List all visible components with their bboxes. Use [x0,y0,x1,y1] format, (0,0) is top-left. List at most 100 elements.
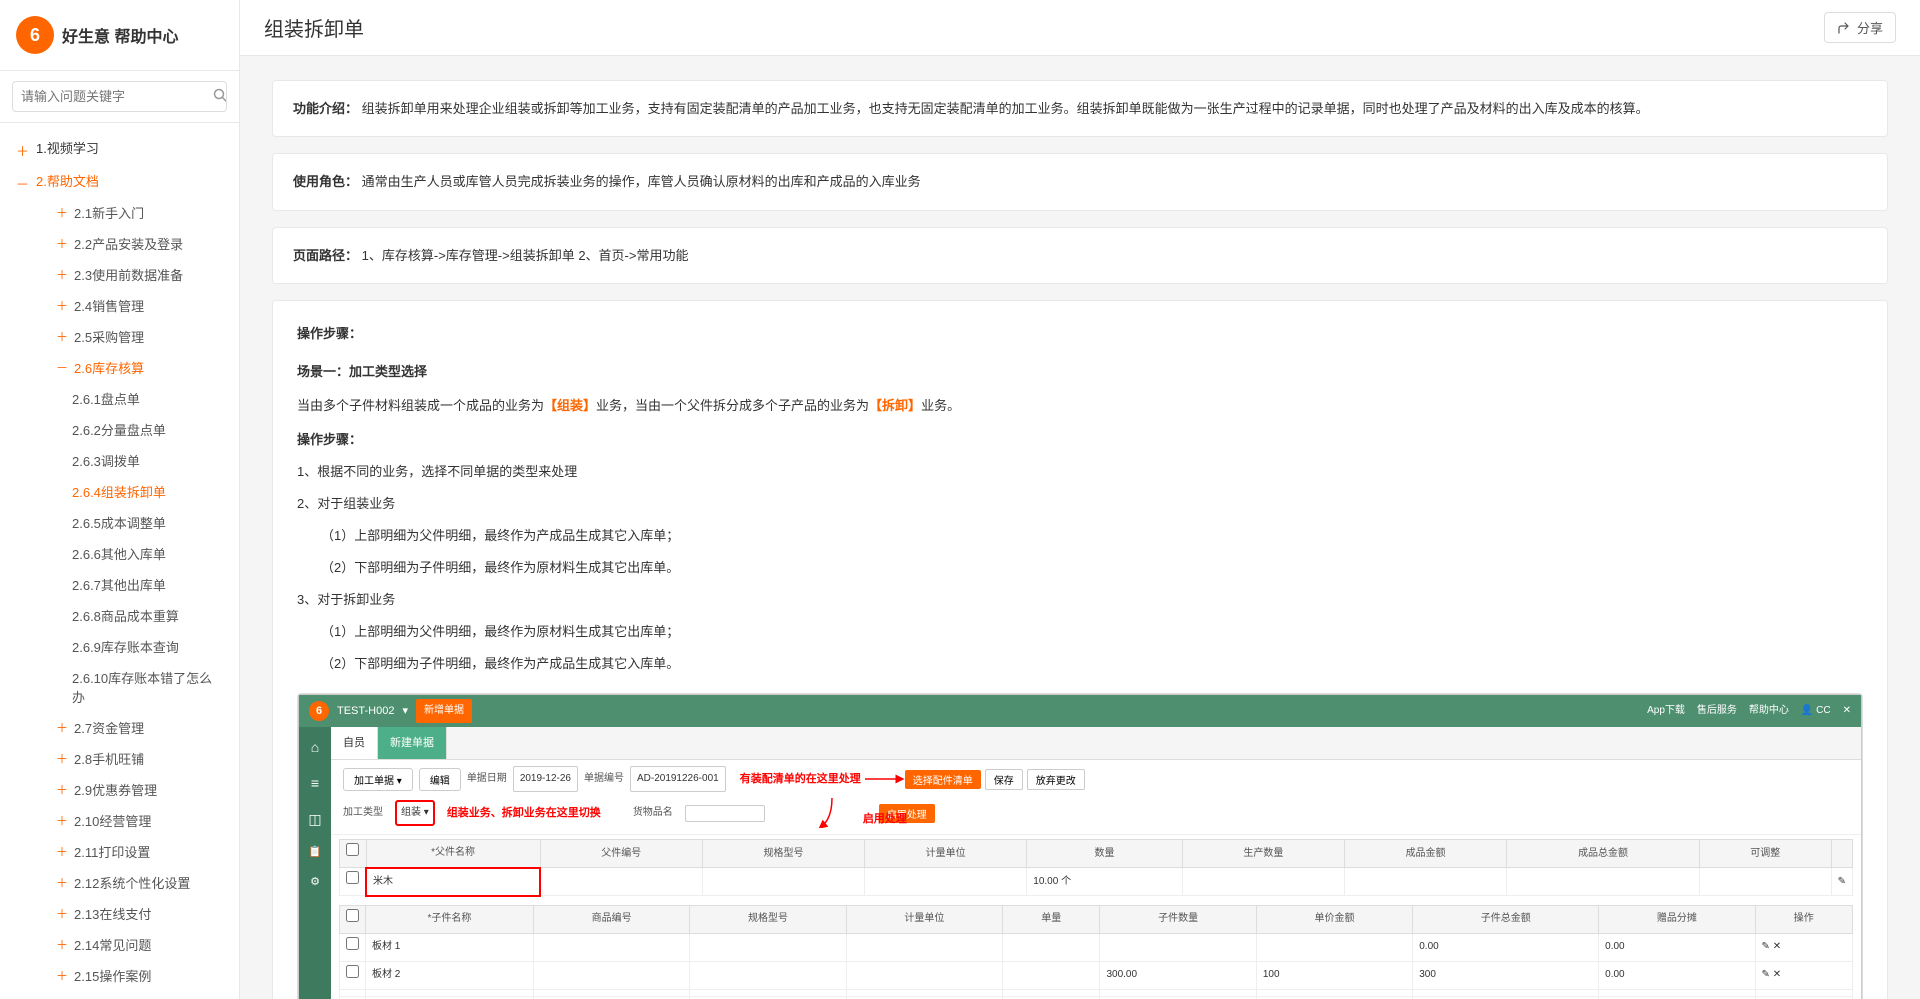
mock-bottom-row-3 [340,989,1853,996]
mock-tab-new[interactable]: 新建单据 [378,727,447,759]
mock-th-unit-price: 单价金额 [1256,905,1412,933]
screenshot-container: 6 TEST-H002 ▾ 新增单据 App下载 售后服务 帮助中心 👤 CC … [297,693,1863,999]
sidebar-item-215[interactable]: ＋ 2.15操作案例 [20,960,239,991]
mock-th-gift: 赠品分摊 [1599,905,1755,933]
mock-th-child-qty: 子件数量 [1100,905,1256,933]
annotation3-text: 启用处理 [863,808,907,830]
mock-check-b2[interactable] [346,965,359,978]
mock-type-select[interactable]: 组装 ▾ [395,800,435,826]
mock-bottom-row-1: 板材 1 0.00 0.00 ✎ ✕ [340,933,1853,961]
mock-main-area: 自员 新建单据 加工单据 ▾ 编辑 单据日期 2019-12-2 [331,727,1861,999]
sidebar-item-266[interactable]: 2.6.6其他入库单 [20,538,239,569]
mock-del-icon-2[interactable]: ✕ [1773,969,1781,980]
mock-td-child-2: 板材 2 [366,961,534,989]
sidebar-item-video[interactable]: ＋ 1.视频学习 [0,131,239,164]
mock-btn-edit[interactable]: 编辑 [419,768,461,791]
scenario1-title: 场景一：加工类型选择 [297,359,1863,385]
mock-select-parts-btn[interactable]: 选择配件清单 [905,770,981,789]
nav-tree: ＋ 1.视频学习 － 2.帮助文档 ＋ 2.1新手入门 ＋ 2.2产品安装及登录 [0,123,239,999]
mock-th-op2: 操作 [1755,905,1852,933]
mock-btn-process[interactable]: 加工单据 ▾ [343,768,413,791]
sidebar-item-27[interactable]: ＋ 2.7资金管理 [20,712,239,743]
mock-close[interactable]: ✕ [1843,701,1851,721]
mock-check-row[interactable] [346,871,359,884]
mock-new-doc-btn[interactable]: 新增单据 [416,699,472,723]
annotation3-area: 启用处理 [817,798,847,828]
sidebar-item-212[interactable]: ＋ 2.12系统个性化设置 [20,867,239,898]
search-box[interactable] [12,81,227,112]
logo-area: 6 好生意 帮助中心 [0,0,239,71]
mock-check-all-bottom[interactable] [346,909,359,922]
mock-th-total-amt: 成品总金额 [1507,840,1700,868]
mock-tab-home[interactable]: 自员 [331,727,378,759]
mock-form-header: 加工单据 ▾ 编辑 单据日期 2019-12-26 单据编号 AD-201912… [331,760,1861,835]
search-button[interactable] [205,82,227,111]
mock-layout: ⌂ ≡ ◫ 📋 ⚙ 自员 新建单据 [299,727,1861,999]
mock-icon-warehouse[interactable]: ◫ [308,805,321,833]
mock-top-right: App下载 售后服务 帮助中心 👤 CC ✕ [1647,701,1851,721]
mock-th-child-name: *子件名称 [366,905,534,933]
mock-icon-active[interactable]: 📋 [308,841,322,863]
sidebar-item-label: 1.视频学习 [36,138,99,157]
sidebar-item-262[interactable]: 2.6.2分量盘点单 [20,414,239,445]
mock-bottom-table-area: 无固定清单可以插值在这里录入 *子件名称 商品编号 规格型号 计 [331,901,1861,999]
mock-order-value[interactable]: AD-20191226-001 [630,766,726,792]
sidebar-item-21[interactable]: ＋ 2.1新手入门 [20,197,239,228]
mock-top-row: 米木 10.00 个 [340,868,1853,896]
app-logo-icon: 6 [16,16,54,54]
mock-cancel-btn[interactable]: 放弃更改 [1027,769,1085,790]
zuzhuang-text: 【组装】 [544,398,596,413]
sidebar-item-22[interactable]: ＋ 2.2产品安装及登录 [20,228,239,259]
sidebar-item-25[interactable]: ＋ 2.5采购管理 [20,321,239,352]
sidebar-item-210[interactable]: ＋ 2.10经营管理 [20,805,239,836]
sidebar-item-label: 2.帮助文档 [36,171,99,190]
mock-th-amt: 成品金额 [1344,840,1506,868]
mock-bottom-row-2: 板材 2 300.00 100 300 0.00 ✎ ✕ [340,961,1853,989]
mock-icon-settings[interactable]: ⚙ [310,871,320,893]
mock-date-value[interactable]: 2019-12-26 [513,766,578,792]
mock-del-icon-1[interactable]: ✕ [1773,941,1781,952]
sidebar-item-267[interactable]: 2.6.7其他出库单 [20,569,239,600]
sidebar-item-2610[interactable]: 2.6.10库存账本错了怎么办 [20,662,239,712]
inner-screenshot: 6 TEST-H002 ▾ 新增单据 App下载 售后服务 帮助中心 👤 CC … [298,694,1862,999]
sidebar-item-265[interactable]: 2.6.5成本调整单 [20,507,239,538]
sidebar-item-24[interactable]: ＋ 2.4销售管理 [20,290,239,321]
sidebar-item-268[interactable]: 2.6.8商品成本重算 [20,600,239,631]
sidebar-item-261[interactable]: 2.6.1盘点单 [20,383,239,414]
sidebar-item-26[interactable]: － 2.6库存核算 [20,352,239,383]
mock-td-amt [1344,868,1506,896]
mock-user: 👤 CC [1801,701,1831,721]
mock-icon-list[interactable]: ≡ [311,769,319,797]
mock-check-all-top[interactable] [346,843,359,856]
share-button[interactable]: 分享 [1824,12,1896,43]
mock-parts-input[interactable] [685,805,765,822]
step2-1: （1）上部明细为父件明细，最终作为产成品生成其它入库单； [297,523,1863,549]
sidebar-item-docs[interactable]: － 2.帮助文档 ＋ 2.1新手入门 ＋ 2.2产品安装及登录 ＋ 2.3使用前… [0,164,239,991]
sidebar-item-263[interactable]: 2.6.3调拨单 [20,445,239,476]
mock-td-op-icon[interactable]: ✎ [1831,868,1852,896]
mock-check-b1[interactable] [346,937,359,950]
func-intro-label: 功能介绍： [293,101,358,116]
mock-edit-icon-2[interactable]: ✎ [1762,969,1770,980]
step2-2: （2）下部明细为子件明细，最终作为原材料生成其它出库单。 [297,555,1863,581]
sidebar-item-269[interactable]: 2.6.9库存账本查询 [20,631,239,662]
mock-edit-icon-1[interactable]: ✎ [1762,941,1770,952]
step1: 1、根据不同的业务，选择不同单据的类型来处理 [297,459,1863,485]
mock-icon-home[interactable]: ⌂ [311,733,319,761]
mock-title: TEST-H002 [337,700,394,722]
sidebar-item-23[interactable]: ＋ 2.3使用前数据准备 [20,259,239,290]
step2: 2、对于组装业务 [297,491,1863,517]
sidebar-item-211[interactable]: ＋ 2.11打印设置 [20,836,239,867]
mock-save-btn[interactable]: 保存 [985,769,1023,790]
mock-td-total-amt [1507,868,1700,896]
sidebar-item-28[interactable]: ＋ 2.8手机旺铺 [20,743,239,774]
sidebar-item-213[interactable]: ＋ 2.13在线支付 [20,898,239,929]
annotation3-arrow [817,798,847,828]
sidebar-item-214[interactable]: ＋ 2.14常见问题 [20,929,239,960]
search-input[interactable] [13,83,205,110]
path-box: 页面路径： 1、库存核算->库存管理->组装拆卸单 2、首页->常用功能 [272,227,1888,284]
sidebar-item-264[interactable]: 2.6.4组装拆卸单 [20,476,239,507]
role-box: 使用角色： 通常由生产人员或库管人员完成拆装业务的操作，库管人员确认原材料的出库… [272,153,1888,210]
mock-th-adjust: 可调整 [1699,840,1831,868]
sidebar-item-29[interactable]: ＋ 2.9优惠券管理 [20,774,239,805]
